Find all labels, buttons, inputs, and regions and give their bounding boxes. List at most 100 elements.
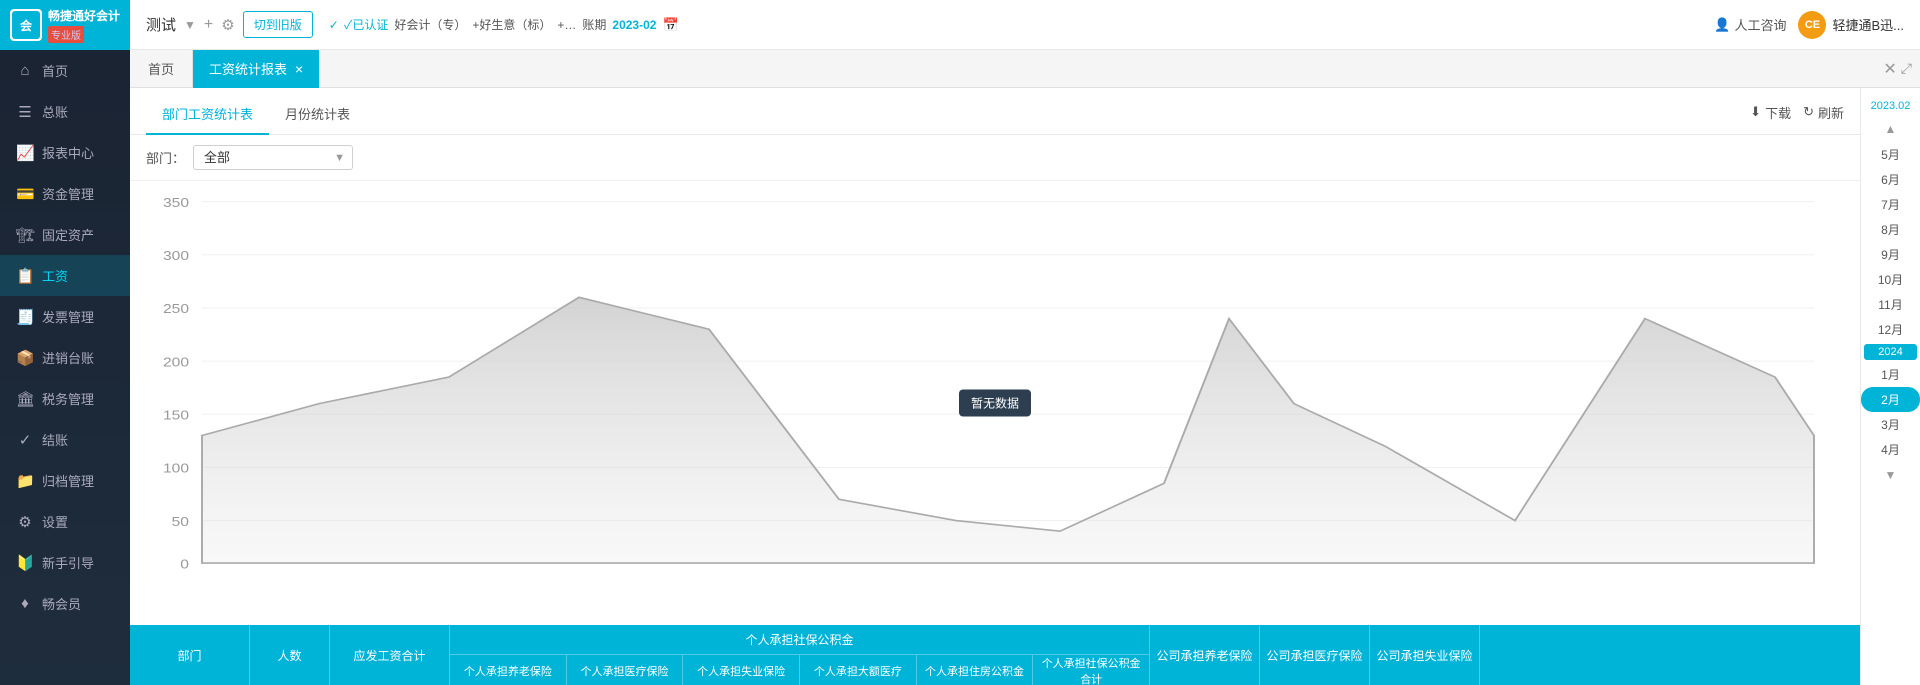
rp-month-6[interactable]: 6月: [1861, 167, 1920, 192]
sidebar-item-salary[interactable]: 📋 工资: [0, 255, 130, 296]
rp-up-button[interactable]: ▲: [1878, 116, 1904, 142]
download-icon: ⬇: [1750, 104, 1761, 120]
tab-salary-report[interactable]: 工资统计报表 ×: [193, 50, 319, 88]
sub-tab-bar: 部门工资统计表 月份统计表 ⬇ 下载 ↻ 刷新: [130, 88, 1860, 135]
sidebar-item-reports[interactable]: 📈 报表中心: [0, 132, 130, 173]
rp-month-9[interactable]: 9月: [1861, 242, 1920, 267]
sub-tab-actions: ⬇ 下载 ↻ 刷新: [1750, 103, 1844, 130]
sidebar-item-tax[interactable]: 🏛 税务管理: [0, 378, 130, 419]
th-personal-total: 个人承担社保公积金合计: [1033, 655, 1149, 685]
tab-close-icon[interactable]: ×: [295, 61, 303, 77]
content-area: 部门工资统计表 月份统计表 ⬇ 下载 ↻ 刷新 部门：: [130, 88, 1920, 685]
th-total-salary: 应发工资合计: [330, 625, 450, 685]
sidebar-nav: ⌂ 首页 ☰ 总账 📈 报表中心 💳 资金管理 🏗 固定资产 📋 工资 🧾 发票…: [0, 50, 130, 685]
sidebar-item-assets[interactable]: 🏗 固定资产: [0, 214, 130, 255]
close-window-icon[interactable]: ✕: [1883, 59, 1896, 79]
sidebar-item-checkout[interactable]: ✓ 结账: [0, 419, 130, 460]
tax-icon: 🏛: [16, 390, 34, 408]
tag-good-business: +好生意（标）: [472, 16, 551, 33]
certified-tag: ✓ ✓已认证: [329, 16, 389, 33]
rp-month-2[interactable]: 2月: [1861, 387, 1920, 412]
svg-text:50: 50: [172, 515, 189, 529]
rp-month-1[interactable]: 1月: [1861, 362, 1920, 387]
th-personal-medical: 个人承担医疗保险: [567, 655, 684, 685]
topbar: 测试 ▼ + ⚙ 切到旧版 ✓ ✓已认证 好会计（专） +好生意（标） +… 账…: [130, 0, 1920, 50]
switch-version-button[interactable]: 切到旧版: [243, 11, 313, 38]
svg-text:300: 300: [163, 249, 189, 263]
rp-month-3[interactable]: 3月: [1861, 412, 1920, 437]
topbar-right: 👤 人工咨询 CE 轻捷通B迅...: [1714, 11, 1904, 39]
guide-icon: 🔰: [16, 554, 34, 572]
calendar-icon[interactable]: 📅: [662, 17, 678, 33]
checkout-icon: ✓: [16, 431, 34, 449]
tab-bar: 首页 工资统计报表 × ✕ ⤢: [130, 50, 1920, 88]
main-area: 测试 ▼ + ⚙ 切到旧版 ✓ ✓已认证 好会计（专） +好生意（标） +… 账…: [130, 0, 1920, 685]
sidebar-item-guide[interactable]: 🔰 新手引导: [0, 542, 130, 583]
dept-filter-label: 部门：: [146, 148, 185, 167]
gear-icon[interactable]: ⚙: [221, 16, 234, 34]
th-personal-insurance-group: 个人承担社保公积金 个人承担养老保险 个人承担医疗保险 个人承担失业保险 个人承…: [450, 625, 1150, 685]
tab-dept-salary[interactable]: 部门工资统计表: [146, 98, 269, 135]
home-icon: ⌂: [16, 62, 34, 79]
th-headcount: 人数: [250, 625, 330, 685]
rp-year-2024[interactable]: 2024: [1864, 344, 1917, 360]
ledger-icon: ☰: [16, 103, 34, 121]
refresh-icon: ↻: [1803, 104, 1814, 120]
sidebar-item-settings[interactable]: ⚙ 设置: [0, 501, 130, 542]
funds-icon: 💳: [16, 185, 34, 203]
svg-text:250: 250: [163, 303, 189, 317]
svg-text:会: 会: [20, 18, 33, 33]
sidebar-item-archive[interactable]: 📁 归档管理: [0, 460, 130, 501]
salary-icon: 📋: [16, 267, 34, 285]
chart-area: 350 300 250 200 150 100 50 0: [130, 181, 1860, 625]
sidebar-item-purchase[interactable]: 📦 进销台账: [0, 337, 130, 378]
table-header-area: 部门 人数 应发工资合计 个人承担社保公积金 个人承担养老保险 个人承担医疗保险…: [130, 625, 1860, 685]
rp-current-date[interactable]: 2023.02: [1869, 96, 1913, 116]
settings-icon: ⚙: [16, 513, 34, 531]
table-header: 部门 人数 应发工资合计 个人承担社保公积金 个人承担养老保险 个人承担医疗保险…: [130, 625, 1860, 685]
th-company-pension: 公司承担养老保险: [1150, 625, 1260, 685]
refresh-button[interactable]: ↻ 刷新: [1803, 103, 1844, 122]
rp-month-4[interactable]: 4月: [1861, 437, 1920, 462]
tab-home[interactable]: 首页: [130, 50, 193, 88]
tab-monthly-stats[interactable]: 月份统计表: [269, 98, 366, 135]
logo-text: 畅捷通好会计 专业版: [48, 7, 120, 43]
rp-month-8[interactable]: 8月: [1861, 217, 1920, 242]
chevron-down-icon[interactable]: ▼: [184, 18, 196, 32]
sidebar-item-home[interactable]: ⌂ 首页: [0, 50, 130, 91]
rp-month-5[interactable]: 5月: [1861, 142, 1920, 167]
sidebar-item-invoice[interactable]: 🧾 发票管理: [0, 296, 130, 337]
rp-month-11[interactable]: 11月: [1861, 292, 1920, 317]
dept-select[interactable]: 全部: [193, 145, 353, 170]
tag-good-accounting: 好会计（专）: [394, 16, 466, 33]
th-dept: 部门: [130, 625, 250, 685]
svg-text:350: 350: [163, 196, 189, 210]
invoice-icon: 🧾: [16, 308, 34, 326]
download-button[interactable]: ⬇ 下载: [1750, 103, 1791, 122]
add-icon[interactable]: +: [204, 16, 213, 34]
chart-container: 350 300 250 200 150 100 50 0: [150, 191, 1840, 615]
rp-month-10[interactable]: 10月: [1861, 267, 1920, 292]
th-personal-major-medical: 个人承担大额医疗: [800, 655, 917, 685]
logo-icon: 会: [10, 9, 42, 41]
sidebar-item-ledger[interactable]: ☰ 总账: [0, 91, 130, 132]
svg-text:150: 150: [163, 409, 189, 423]
th-personal-unemployment: 个人承担失业保险: [683, 655, 800, 685]
svg-text:100: 100: [163, 462, 189, 476]
sidebar-item-funds[interactable]: 💳 资金管理: [0, 173, 130, 214]
period-value: 2023-02: [612, 18, 656, 32]
rp-month-12[interactable]: 12月: [1861, 317, 1920, 342]
rp-month-7[interactable]: 7月: [1861, 192, 1920, 217]
chart-svg: 350 300 250 200 150 100 50 0: [150, 191, 1840, 595]
purchase-icon: 📦: [16, 349, 34, 367]
expand-icon[interactable]: ⤢: [1901, 60, 1912, 77]
content-main: 部门工资统计表 月份统计表 ⬇ 下载 ↻ 刷新 部门：: [130, 88, 1860, 685]
sidebar-item-member[interactable]: ♦ 畅会员: [0, 583, 130, 624]
service-button[interactable]: 👤 人工咨询: [1714, 15, 1786, 34]
sidebar-logo: 会 畅捷通好会计 专业版: [0, 0, 130, 50]
th-personal-housing-fund: 个人承担住房公积金: [917, 655, 1034, 685]
rp-down-button[interactable]: ▼: [1878, 462, 1904, 488]
sidebar: 会 畅捷通好会计 专业版 ⌂ 首页 ☰ 总账 📈 报表中心 💳 资金管理 🏗 固…: [0, 0, 130, 685]
reports-icon: 📈: [16, 144, 34, 162]
sub-tabs: 部门工资统计表 月份统计表: [146, 98, 366, 134]
